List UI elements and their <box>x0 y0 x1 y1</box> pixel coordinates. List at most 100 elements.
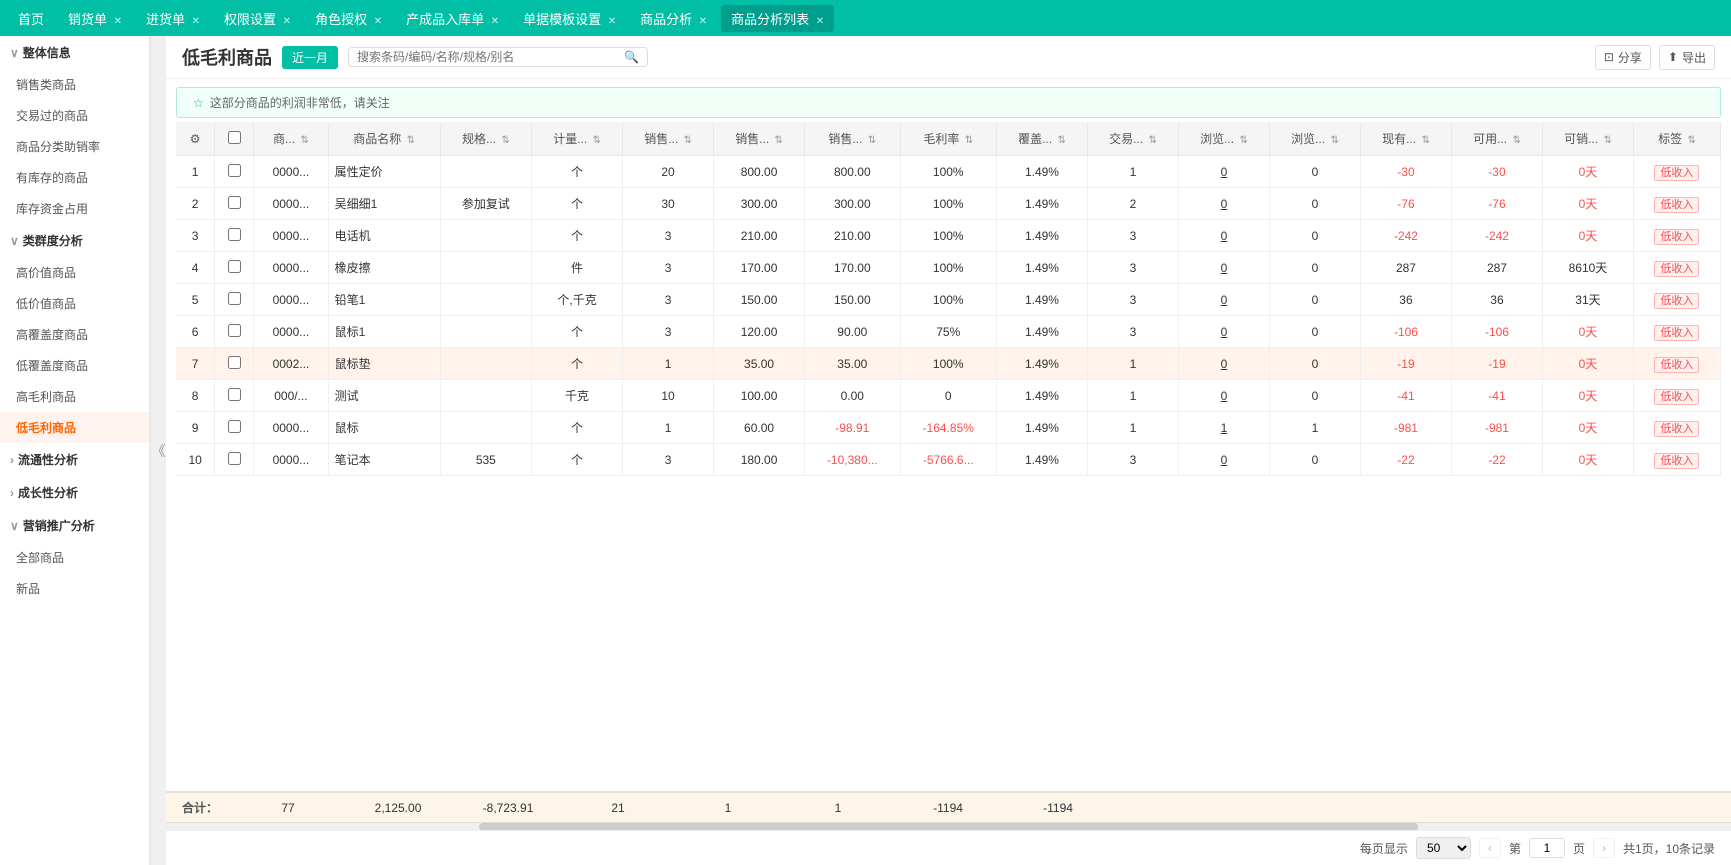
cell-views1[interactable]: 0 <box>1178 252 1269 284</box>
cell-checkbox[interactable] <box>215 412 254 444</box>
cell-views1[interactable]: 1 <box>1178 412 1269 444</box>
row-checkbox[interactable] <box>228 260 241 273</box>
cell-tag: 低收入 <box>1633 220 1720 252</box>
col-name[interactable]: 商品名称 ⇅ <box>328 122 440 156</box>
sidebar-item-all-products[interactable]: 全部商品 <box>0 542 149 573</box>
cell-name[interactable]: 鼠标1 <box>328 316 440 348</box>
row-checkbox[interactable] <box>228 388 241 401</box>
row-checkbox[interactable] <box>228 292 241 305</box>
cell-name[interactable]: 属性定价 <box>328 156 440 188</box>
col-spec[interactable]: 规格... ⇅ <box>440 122 531 156</box>
cell-name[interactable]: 铅笔1 <box>328 284 440 316</box>
search-icon[interactable]: 🔍 <box>624 50 639 64</box>
prev-page-btn[interactable]: ‹ <box>1479 838 1501 858</box>
cell-checkbox[interactable] <box>215 220 254 252</box>
col-current-stock[interactable]: 现有... ⇅ <box>1360 122 1451 156</box>
sidebar-item-stock-products[interactable]: 有库存的商品 <box>0 162 149 193</box>
sidebar-item-low-value[interactable]: 低价值商品 <box>0 288 149 319</box>
col-sellable-days[interactable]: 可销... ⇅ <box>1542 122 1633 156</box>
current-page-input[interactable] <box>1529 838 1565 858</box>
nav-sales-order[interactable]: 销货单 ✕ <box>58 5 132 32</box>
sidebar-item-low-margin[interactable]: 低毛利商品 <box>0 412 149 443</box>
sidebar-group-flow[interactable]: › 流通性分析 <box>0 443 149 476</box>
nav-product-analysis[interactable]: 商品分析 ✕ <box>630 5 717 32</box>
row-checkbox[interactable] <box>228 420 241 433</box>
sidebar-group-marketing[interactable]: ∨ 营销推广分析 <box>0 509 149 542</box>
export-button[interactable]: ⬆ 导出 <box>1659 45 1715 70</box>
cell-name[interactable]: 笔记本 <box>328 444 440 476</box>
col-sales-amount[interactable]: 销售... ⇅ <box>805 122 900 156</box>
col-coverage[interactable]: 覆盖... ⇅ <box>996 122 1087 156</box>
col-settings[interactable]: ⚙ <box>176 122 215 156</box>
nav-template-settings[interactable]: 单据模板设置 ✕ <box>513 5 626 32</box>
col-checkbox[interactable] <box>215 122 254 156</box>
sidebar-item-category-rate[interactable]: 商品分类助销率 <box>0 131 149 162</box>
col-available-stock[interactable]: 可用... ⇅ <box>1451 122 1542 156</box>
cell-checkbox[interactable] <box>215 284 254 316</box>
sidebar-item-stock-capital[interactable]: 库存资金占用 <box>0 193 149 224</box>
cell-sales-qty: 3 <box>623 316 714 348</box>
row-checkbox[interactable] <box>228 452 241 465</box>
cell-views1[interactable]: 0 <box>1178 284 1269 316</box>
sidebar-item-new-products[interactable]: 新品 <box>0 573 149 604</box>
col-code[interactable]: 商... ⇅ <box>254 122 328 156</box>
cell-name[interactable]: 鼠标垫 <box>328 348 440 380</box>
cell-name[interactable]: 测试 <box>328 380 440 412</box>
cell-views1[interactable]: 0 <box>1178 188 1269 220</box>
row-checkbox[interactable] <box>228 228 241 241</box>
col-gross-margin[interactable]: 毛利率 ⇅ <box>900 122 996 156</box>
col-sales-price[interactable]: 销售... ⇅ <box>714 122 805 156</box>
cell-current-stock: -22 <box>1360 444 1451 476</box>
nav-product-analysis-list[interactable]: 商品分析列表 ✕ <box>721 5 834 32</box>
sidebar-item-high-value[interactable]: 高价值商品 <box>0 257 149 288</box>
sidebar-group-growth[interactable]: › 成长性分析 <box>0 476 149 509</box>
cell-views1[interactable]: 0 <box>1178 156 1269 188</box>
col-views1[interactable]: 浏览... ⇅ <box>1178 122 1269 156</box>
row-checkbox[interactable] <box>228 164 241 177</box>
sidebar-item-sales-products[interactable]: 销售类商品 <box>0 69 149 100</box>
row-checkbox[interactable] <box>228 356 241 369</box>
select-all-checkbox[interactable] <box>228 131 241 144</box>
sidebar-item-low-coverage[interactable]: 低覆盖度商品 <box>0 350 149 381</box>
search-input[interactable] <box>357 50 620 64</box>
cell-gross-margin: 100% <box>900 220 996 252</box>
cell-name[interactable]: 橡皮擦 <box>328 252 440 284</box>
cell-checkbox[interactable] <box>215 444 254 476</box>
col-unit[interactable]: 计量... ⇅ <box>532 122 623 156</box>
col-views2[interactable]: 浏览... ⇅ <box>1269 122 1360 156</box>
cell-views1[interactable]: 0 <box>1178 220 1269 252</box>
sidebar-collapse-btn[interactable]: 《 <box>150 36 166 865</box>
filter-btn[interactable]: 近一月 <box>282 46 338 69</box>
share-button[interactable]: ⊡ 分享 <box>1595 45 1651 70</box>
row-checkbox[interactable] <box>228 196 241 209</box>
cell-name[interactable]: 鼠标 <box>328 412 440 444</box>
cell-checkbox[interactable] <box>215 316 254 348</box>
nav-role-auth[interactable]: 角色授权 ✕ <box>305 5 392 32</box>
cell-name[interactable]: 电话机 <box>328 220 440 252</box>
nav-permissions[interactable]: 权限设置 ✕ <box>214 5 301 32</box>
cell-views1[interactable]: 0 <box>1178 444 1269 476</box>
cell-views1[interactable]: 0 <box>1178 316 1269 348</box>
cell-checkbox[interactable] <box>215 156 254 188</box>
page-size-select[interactable]: 50 20 100 <box>1416 837 1471 859</box>
sidebar-item-traded-products[interactable]: 交易过的商品 <box>0 100 149 131</box>
row-checkbox[interactable] <box>228 324 241 337</box>
cell-checkbox[interactable] <box>215 380 254 412</box>
nav-home[interactable]: 首页 <box>8 5 54 32</box>
cell-checkbox[interactable] <box>215 252 254 284</box>
sidebar-item-high-coverage[interactable]: 高覆盖度商品 <box>0 319 149 350</box>
sidebar-group-overall[interactable]: ∨ 整体信息 <box>0 36 149 69</box>
cell-name[interactable]: 吴细细1 <box>328 188 440 220</box>
sidebar-group-cluster[interactable]: ∨ 类群度分析 <box>0 224 149 257</box>
col-trade-count[interactable]: 交易... ⇅ <box>1087 122 1178 156</box>
nav-product-inbound[interactable]: 产成品入库单 ✕ <box>396 5 509 32</box>
nav-purchase-order[interactable]: 进货单 ✕ <box>136 5 210 32</box>
col-tag[interactable]: 标签 ⇅ <box>1633 122 1720 156</box>
cell-views1[interactable]: 0 <box>1178 380 1269 412</box>
cell-checkbox[interactable] <box>215 188 254 220</box>
cell-views1[interactable]: 0 <box>1178 348 1269 380</box>
col-sales-qty[interactable]: 销售... ⇅ <box>623 122 714 156</box>
sidebar-item-high-margin[interactable]: 高毛利商品 <box>0 381 149 412</box>
cell-checkbox[interactable] <box>215 348 254 380</box>
next-page-btn[interactable]: › <box>1593 838 1615 858</box>
